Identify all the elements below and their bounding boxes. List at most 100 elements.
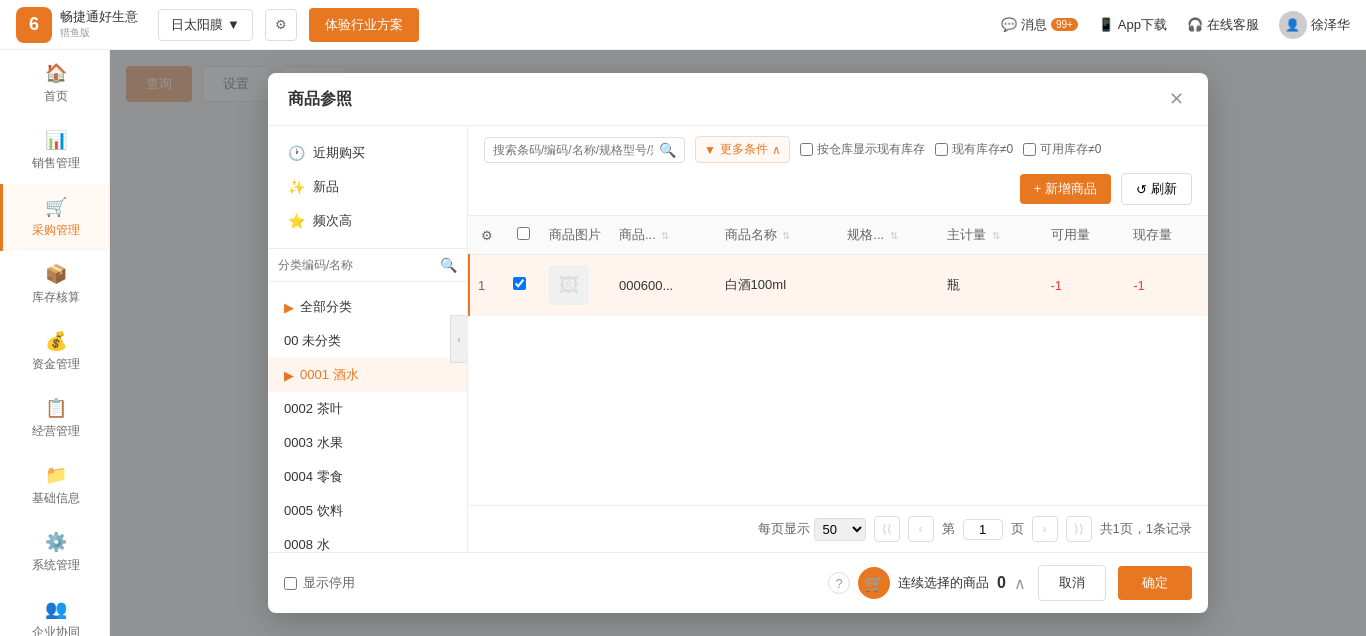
- user-avatar: 👤: [1279, 11, 1307, 39]
- collapse-cart-icon[interactable]: ∧: [1014, 574, 1026, 593]
- cart-label: 连续选择的商品: [898, 574, 989, 592]
- show-disabled-label[interactable]: 显示停用: [284, 574, 355, 592]
- phone-icon: 📱: [1098, 17, 1114, 32]
- refresh-button[interactable]: ↺ 刷新: [1121, 173, 1192, 205]
- cart-count: 0: [997, 574, 1006, 592]
- sidebar-item-purchase[interactable]: 🛒 采购管理: [0, 184, 109, 251]
- nav-message[interactable]: 💬 消息 99+: [1001, 16, 1078, 34]
- th-settings[interactable]: ⚙: [469, 216, 505, 255]
- sidebar-item-inventory[interactable]: 📦 库存核算: [0, 251, 109, 318]
- th-unit[interactable]: 主计量 ⇅: [939, 216, 1042, 255]
- td-available: -1: [1043, 255, 1126, 316]
- image-placeholder-icon: 🖼: [559, 274, 579, 297]
- sidebar-item-sales[interactable]: 📊 销售管理: [0, 117, 109, 184]
- row-checkbox[interactable]: [513, 277, 526, 290]
- td-stock: -1: [1125, 255, 1208, 316]
- filter-icon: ▼: [704, 143, 716, 157]
- page-size-dropdown[interactable]: 50 10 20 100: [814, 518, 866, 541]
- logo-icon: 6: [16, 7, 52, 43]
- cancel-button[interactable]: 取消: [1038, 565, 1106, 601]
- table-row[interactable]: 1 🖼: [469, 255, 1208, 316]
- chevron-down-icon: ▼: [227, 17, 240, 32]
- page-size-select: 每页显示 50 10 20 100: [758, 518, 866, 541]
- modal-title: 商品参照: [288, 89, 352, 110]
- next-page-button[interactable]: ›: [1032, 516, 1058, 542]
- product-search-input[interactable]: [493, 143, 653, 157]
- select-all-checkbox[interactable]: [517, 227, 530, 240]
- product-table-wrap: ⚙ 商品图片 商品...: [468, 216, 1208, 505]
- last-page-button[interactable]: ⟩⟩: [1066, 516, 1092, 542]
- td-checkbox[interactable]: [505, 255, 541, 316]
- first-page-button[interactable]: ⟨⟨: [874, 516, 900, 542]
- category-item-tea[interactable]: 0002 茶叶: [268, 392, 467, 426]
- category-item-fruit[interactable]: 0003 水果: [268, 426, 467, 460]
- filter-button[interactable]: ▼ 更多条件 ∧: [695, 136, 790, 163]
- sidebar-label: 销售管理: [32, 155, 80, 172]
- modal-close-button[interactable]: ✕: [1164, 87, 1188, 111]
- sidebar-label: 经营管理: [32, 423, 80, 440]
- sort-spec-icon: ⇅: [890, 230, 898, 241]
- category-item-liquor[interactable]: ▶ 0001 酒水: [268, 358, 467, 392]
- sidebar-item-collab[interactable]: 👥 企业协同: [0, 586, 109, 636]
- gear-button[interactable]: ⚙: [265, 9, 297, 41]
- add-product-button[interactable]: + 新增商品: [1020, 174, 1111, 204]
- prev-page-button[interactable]: ‹: [908, 516, 934, 542]
- th-available: 可用量: [1043, 216, 1126, 255]
- modal-left-tabs: 🕐 近期购买 ✨ 新品 ⭐ 频次高: [268, 126, 467, 249]
- cart-icon[interactable]: 🛒: [858, 567, 890, 599]
- page-info: 共1页，1条记录: [1100, 520, 1192, 538]
- inventory-icon: 📦: [45, 263, 67, 285]
- collapse-panel-button[interactable]: ‹: [450, 315, 468, 363]
- category-search-input[interactable]: [278, 258, 434, 272]
- page-number-input[interactable]: [963, 519, 1003, 540]
- th-stock: 现存量: [1125, 216, 1208, 255]
- checkbox-stock-label[interactable]: 现有库存≠0: [935, 141, 1013, 158]
- show-disabled-checkbox[interactable]: [284, 577, 297, 590]
- nav-service[interactable]: 🎧 在线客服: [1187, 16, 1259, 34]
- sidebar-item-system[interactable]: ⚙️ 系统管理: [0, 519, 109, 586]
- sidebar-item-finance[interactable]: 💰 资金管理: [0, 318, 109, 385]
- base-icon: 📁: [45, 464, 67, 486]
- modal-right-panel: 🔍 ▼ 更多条件 ∧ 按仓库显示现有库存: [468, 126, 1208, 552]
- nav-user[interactable]: 👤 徐泽华: [1279, 11, 1350, 39]
- confirm-button[interactable]: 确定: [1118, 566, 1192, 600]
- sidebar-label: 库存核算: [32, 289, 80, 306]
- logo-text: 畅捷通好生意: [60, 9, 138, 26]
- experience-button[interactable]: 体验行业方案: [309, 8, 419, 42]
- th-checkbox: [505, 216, 541, 255]
- checkbox-stock[interactable]: [935, 143, 948, 156]
- th-name[interactable]: 商品名称 ⇅: [717, 216, 840, 255]
- message-badge: 99+: [1051, 18, 1078, 31]
- top-nav: 6 畅捷通好生意 猎鱼版 日太阳膜 ▼ ⚙ 体验行业方案 💬 消息 99+ 📱 …: [0, 0, 1366, 50]
- category-item-snack[interactable]: 0004 零食: [268, 460, 467, 494]
- checkbox-available[interactable]: [1023, 143, 1036, 156]
- checkbox-warehouse-label[interactable]: 按仓库显示现有库存: [800, 141, 925, 158]
- sidebar-item-home[interactable]: 🏠 首页: [0, 50, 109, 117]
- sidebar-item-base[interactable]: 📁 基础信息: [0, 452, 109, 519]
- modal-header: 商品参照 ✕: [268, 73, 1208, 126]
- category-item-uncategorized[interactable]: 00 未分类: [268, 324, 467, 358]
- recent-icon: 🕐: [288, 145, 305, 161]
- tab-recent[interactable]: 🕐 近期购买: [278, 136, 457, 170]
- checkbox-warehouse[interactable]: [800, 143, 813, 156]
- operation-icon: 📋: [45, 397, 67, 419]
- th-code[interactable]: 商品... ⇅: [611, 216, 717, 255]
- product-table: ⚙ 商品图片 商品...: [468, 216, 1208, 316]
- checkbox-available-label[interactable]: 可用库存≠0: [1023, 141, 1101, 158]
- td-image: 🖼: [541, 255, 611, 316]
- system-icon: ⚙️: [45, 531, 67, 553]
- category-item-all[interactable]: ▶ 全部分类: [268, 290, 467, 324]
- message-icon: 💬: [1001, 17, 1017, 32]
- help-icon[interactable]: ?: [828, 572, 850, 594]
- nav-dropdown[interactable]: 日太阳膜 ▼: [158, 9, 253, 41]
- sidebar-item-operation[interactable]: 📋 经营管理: [0, 385, 109, 452]
- tab-new[interactable]: ✨ 新品: [278, 170, 457, 204]
- category-item-water[interactable]: 0008 水: [268, 528, 467, 552]
- th-spec[interactable]: 规格... ⇅: [839, 216, 939, 255]
- category-item-beverage[interactable]: 0005 饮料: [268, 494, 467, 528]
- nav-app-download[interactable]: 📱 App下载: [1098, 16, 1167, 34]
- sort-code-icon: ⇅: [661, 230, 669, 241]
- footer-cart: ? 🛒 连续选择的商品 0 ∧: [828, 567, 1026, 599]
- sidebar-label: 系统管理: [32, 557, 80, 574]
- tab-frequent[interactable]: ⭐ 频次高: [278, 204, 457, 238]
